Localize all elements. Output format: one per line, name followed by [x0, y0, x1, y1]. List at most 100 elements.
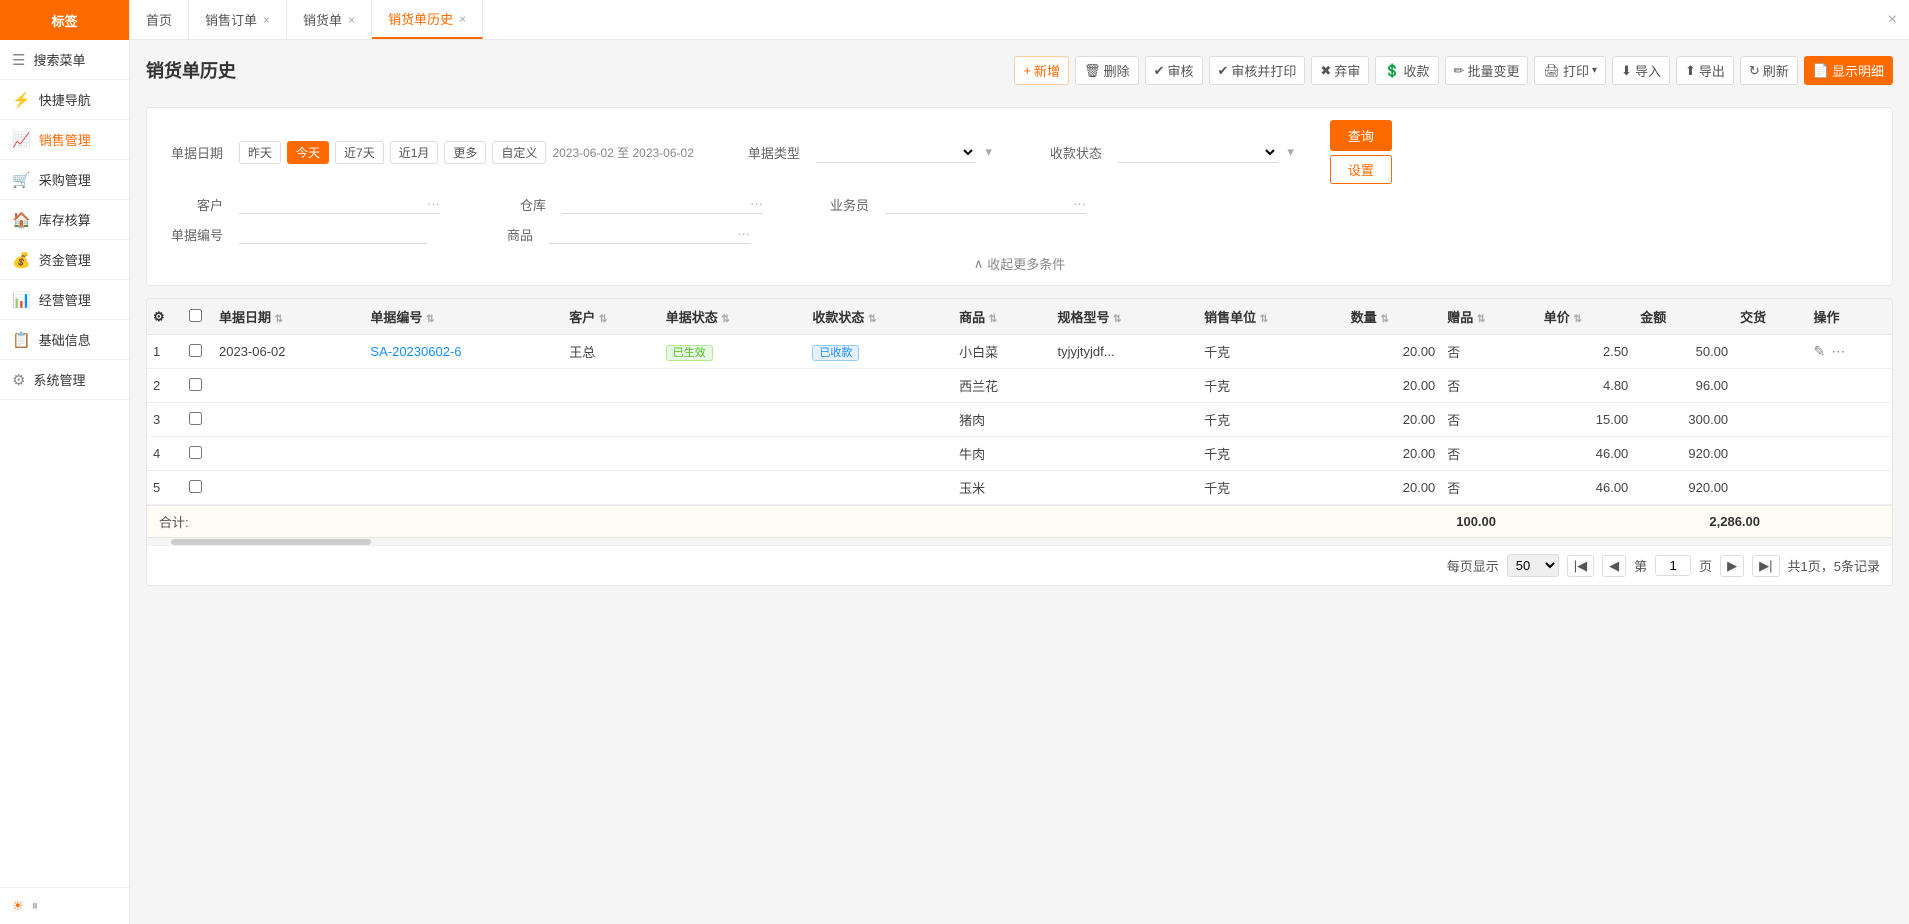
doc-no-link[interactable]: SA-20230602-6: [370, 344, 461, 359]
filter-row-2: 客户 ··· 仓库 ··· 业务员 ···: [163, 194, 1876, 214]
import-button[interactable]: ⬇ 导入: [1612, 56, 1670, 85]
col-doc-status[interactable]: 单据状态 ⇅: [660, 299, 807, 335]
date-btn-7days[interactable]: 近7天: [335, 141, 384, 164]
sidebar-item-purchase-mgmt[interactable]: 🛒 采购管理: [0, 160, 129, 200]
audit-print-button[interactable]: ✔ 审核并打印: [1209, 56, 1306, 85]
audit-button[interactable]: ✔ 审核: [1145, 56, 1203, 85]
cell-ops[interactable]: ✎⋯: [1807, 335, 1892, 369]
col-gift[interactable]: 赠品 ⇅: [1441, 299, 1538, 335]
delete-button[interactable]: 🗑 删除: [1075, 56, 1139, 85]
sidebar-bottom-icon2[interactable]: ⏸: [32, 898, 39, 914]
query-button[interactable]: 查询: [1330, 120, 1392, 151]
date-btn-1month[interactable]: 近1月: [390, 141, 439, 164]
col-spec[interactable]: 规格型号 ⇅: [1051, 299, 1198, 335]
show-detail-button[interactable]: 📄 显示明细: [1804, 56, 1893, 85]
doc-type-select[interactable]: [816, 141, 976, 163]
col-doc-no[interactable]: 单据编号 ⇅: [364, 299, 563, 335]
main-area: 首页 销售订单 × 销货单 × 销货单历史 × × 销货单历史 + 新增: [130, 0, 1909, 924]
row-checkbox[interactable]: [189, 344, 202, 357]
sidebar-item-finance[interactable]: 💰 资金管理: [0, 240, 129, 280]
warehouse-input[interactable]: [562, 194, 750, 213]
warehouse-dots[interactable]: ···: [750, 196, 763, 211]
col-ops: 操作: [1807, 299, 1892, 335]
col-unit-price[interactable]: 单价 ⇅: [1538, 299, 1635, 335]
date-btn-yesterday[interactable]: 昨天: [239, 141, 281, 164]
col-product[interactable]: 商品 ⇅: [953, 299, 1051, 335]
doc-no-input[interactable]: [239, 224, 427, 244]
toolbar: + 新增 🗑 删除 ✔ 审核 ✔ 审核并打印 ✖ 弃审: [1014, 56, 1893, 85]
sidebar-item-inventory[interactable]: 🏠 库存核算: [0, 200, 129, 240]
cell-doc-status: 已生效: [660, 335, 807, 369]
per-page-select[interactable]: 50 100 200: [1507, 554, 1559, 577]
select-all-checkbox[interactable]: [189, 309, 202, 322]
close-tab-sales-order[interactable]: ×: [263, 13, 270, 27]
salesperson-dots[interactable]: ···: [1073, 196, 1086, 211]
cell-gift: 否: [1441, 369, 1538, 403]
first-page-button[interactable]: |◀: [1567, 555, 1594, 577]
date-btn-custom[interactable]: 自定义: [492, 141, 546, 164]
tab-sales-delivery-label: 销货单: [303, 10, 342, 29]
sort-icon-payment-status: ⇅: [868, 314, 876, 325]
tab-bar-right: ×: [1888, 0, 1909, 39]
sidebar-item-operations[interactable]: 📊 经营管理: [0, 280, 129, 320]
tab-sales-order[interactable]: 销售订单 ×: [189, 0, 287, 39]
row-checkbox[interactable]: [189, 480, 202, 493]
date-btn-today[interactable]: 今天: [287, 141, 329, 164]
col-settings[interactable]: ⚙: [147, 299, 183, 335]
sidebar-item-search-menu[interactable]: ☰ 搜索菜单: [0, 40, 129, 80]
settings-button[interactable]: 设置: [1330, 155, 1392, 184]
date-btn-more[interactable]: 更多: [444, 141, 486, 164]
customer-dots[interactable]: ···: [427, 196, 440, 211]
refresh-button[interactable]: ↻ 刷新: [1740, 56, 1798, 85]
row-checkbox[interactable]: [189, 446, 202, 459]
print-button[interactable]: 🖨 打印 ▾: [1534, 56, 1606, 85]
close-tab-sales-history[interactable]: ×: [459, 12, 466, 26]
row-checkbox[interactable]: [189, 412, 202, 425]
row-checkbox[interactable]: [189, 378, 202, 391]
cell-checkbox: [183, 471, 213, 505]
tab-home[interactable]: 首页: [130, 0, 189, 39]
sort-icon-spec: ⇅: [1113, 314, 1121, 325]
date-label: 单据日期: [163, 143, 223, 162]
tab-sales-delivery[interactable]: 销货单 ×: [287, 0, 372, 39]
sidebar-item-quick-nav[interactable]: ⚡ 快捷导航: [0, 80, 129, 120]
col-customer[interactable]: 客户 ⇅: [563, 299, 660, 335]
cell-qty: 20.00: [1345, 335, 1442, 369]
cell-gift: 否: [1441, 335, 1538, 369]
customer-input[interactable]: [239, 194, 427, 213]
col-doc-date[interactable]: 单据日期 ⇅: [213, 299, 364, 335]
product-dots[interactable]: ···: [737, 226, 750, 241]
new-button[interactable]: + 新增: [1014, 56, 1069, 85]
col-qty[interactable]: 数量 ⇅: [1345, 299, 1442, 335]
sidebar-bottom-icon1[interactable]: ☀: [12, 898, 24, 914]
cell-payment-status: 已收款: [806, 335, 953, 369]
col-delivery: 交货: [1734, 299, 1807, 335]
edit-icon[interactable]: ✎: [1813, 343, 1825, 360]
col-unit[interactable]: 销售单位 ⇅: [1198, 299, 1345, 335]
close-tab-sales-delivery[interactable]: ×: [348, 13, 355, 27]
col-payment-status[interactable]: 收款状态 ⇅: [806, 299, 953, 335]
prev-page-button[interactable]: ◀: [1602, 555, 1626, 577]
sidebar-item-sys-mgmt[interactable]: ⚙ 系统管理: [0, 360, 129, 400]
sum-label: 合计:: [159, 512, 189, 531]
payment-status-select[interactable]: [1118, 141, 1278, 163]
next-page-button[interactable]: ▶: [1720, 555, 1744, 577]
salesperson-input[interactable]: [885, 194, 1073, 213]
collect-button[interactable]: 💲 收款: [1375, 56, 1438, 85]
sidebar-item-basic-info[interactable]: 📋 基础信息: [0, 320, 129, 360]
batch-change-button[interactable]: ✏ 批量变更: [1445, 56, 1529, 85]
page-number-input[interactable]: [1655, 555, 1691, 576]
cell-doc-no[interactable]: SA-20230602-6: [364, 335, 563, 369]
cell-spec: [1051, 403, 1198, 437]
last-page-button[interactable]: ▶|: [1752, 555, 1779, 577]
export-button[interactable]: ⬆ 导出: [1676, 56, 1734, 85]
discard-button[interactable]: ✖ 弃审: [1311, 56, 1369, 85]
collapse-button[interactable]: ∧ 收起更多条件: [163, 254, 1876, 273]
sidebar-bottom-controls: ☀ ⏸: [0, 887, 129, 924]
more-icon[interactable]: ⋯: [1831, 343, 1845, 360]
product-input[interactable]: [549, 224, 737, 243]
sidebar-item-sales-mgmt[interactable]: 📈 销售管理: [0, 120, 129, 160]
tab-sales-history[interactable]: 销货单历史 ×: [372, 0, 483, 39]
close-all-icon[interactable]: ×: [1888, 11, 1897, 29]
table-scroll[interactable]: ⚙ 单据日期 ⇅ 单据编号 ⇅ 客户 ⇅ 单据状态 ⇅ 收款状态 ⇅ 商品 ⇅ …: [147, 299, 1892, 505]
